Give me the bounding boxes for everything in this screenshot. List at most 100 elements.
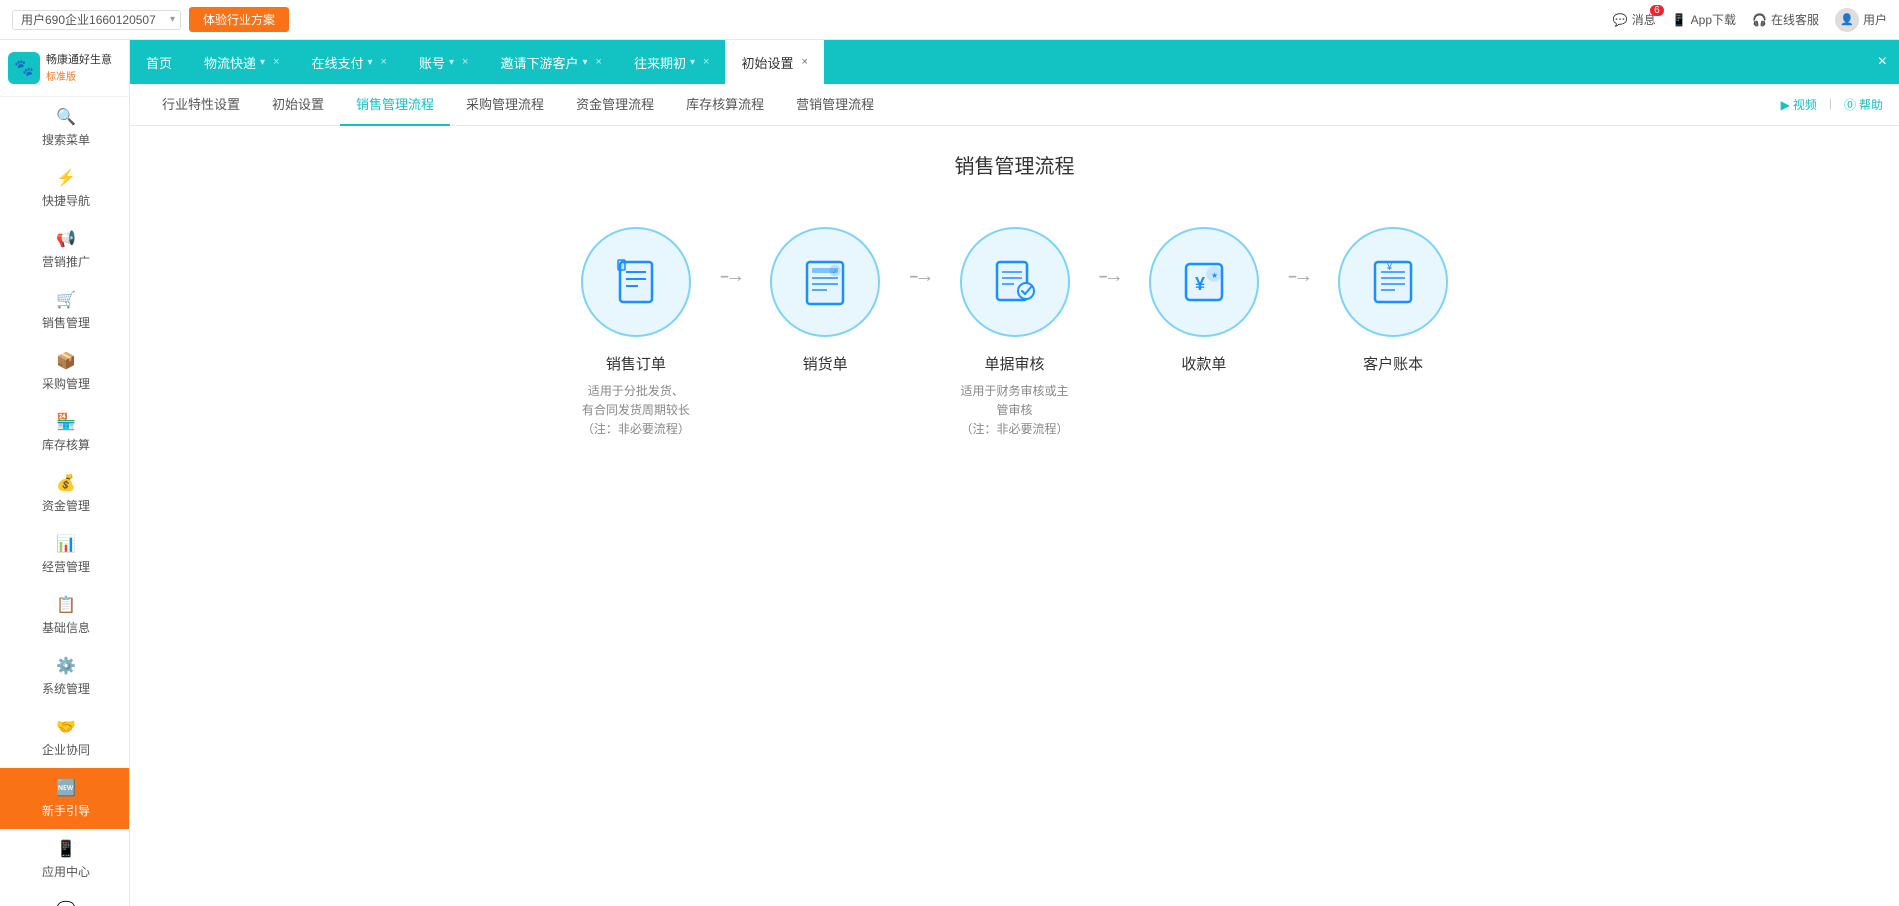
sidebar-item-purchase[interactable]: 📦 采购管理 [0,341,129,402]
quicknav-icon: ⚡ [56,168,76,188]
sidebar-item-search[interactable]: 🔍 搜索菜单 [0,97,129,158]
svg-text:¥: ¥ [1386,262,1393,272]
sidebar-item-operations[interactable]: 📊 经营管理 [0,524,129,585]
nav-tab-home[interactable]: 首页 [130,40,188,84]
flow-step-ledger: ¥ 客户账本 [1313,227,1473,382]
sidebar-label-search: 搜索菜单 [42,131,90,148]
sidebar-label-system: 系统管理 [42,680,90,697]
user-avatar-item[interactable]: 👤 用户 [1835,8,1887,32]
flow-label-invoice: 销货单 [803,353,848,374]
sidebar-item-quicknav[interactable]: ⚡ 快捷导航 [0,158,129,219]
sub-tab-sales-flow-label: 销售管理流程 [356,94,434,113]
nav-tabs-bar: 首页 物流快递 ▾ × 在线支付 ▾ × 账号 ▾ × 邀请下游客户 ▾ × [130,40,1899,84]
sidebar-item-system[interactable]: ⚙️ 系统管理 [0,646,129,707]
invoice-icon: ✓ [799,256,851,308]
nav-tab-invite-label: 邀请下游客户 [500,53,578,72]
sub-tab-initial-label: 初始设置 [272,94,324,113]
content-area: 首页 物流快递 ▾ × 在线支付 ▾ × 账号 ▾ × 邀请下游客户 ▾ × [130,40,1899,906]
user-selector[interactable]: 用户690企业1660120507 [12,10,181,30]
sidebar-label-appcenter: 应用中心 [42,863,90,880]
service-item[interactable]: 🎧 在线客服 [1752,11,1819,28]
flow-label-review: 单据审核 [984,353,1044,374]
sidebar-label-purchase: 采购管理 [42,375,90,392]
nav-tab-payment[interactable]: 在线支付 ▾ × [296,40,403,84]
flow-circle-receipt: ¥ ★ [1149,227,1259,337]
sub-tab-inventory-flow[interactable]: 库存核算流程 [670,84,780,126]
flow-circle-invoice: ✓ [770,227,880,337]
search-icon: 🔍 [56,107,76,127]
app-download-item[interactable]: 📱 App下载 [1672,11,1736,28]
init-close-icon[interactable]: × [801,56,807,68]
message-item[interactable]: 💬 消息 6 [1613,11,1656,28]
video-help-item[interactable]: ▶ 视频 [1781,96,1817,113]
nav-tabs-close-all[interactable]: × [1866,53,1899,71]
purchase-icon: 📦 [56,351,76,371]
appcenter-icon: 📱 [56,839,76,859]
app-icon: 📱 [1672,13,1687,27]
message-icon: 💬 [1613,13,1628,27]
top-bar-right: 💬 消息 6 📱 App下载 🎧 在线客服 👤 用户 [1613,8,1887,32]
help-item[interactable]: ⓪ 帮助 [1844,96,1883,113]
sidebar-item-finance[interactable]: 💰 资金管理 [0,463,129,524]
invite-close-icon[interactable]: × [596,56,602,68]
top-bar: 用户690企业1660120507 体验行业方案 💬 消息 6 📱 App下载 … [0,0,1899,40]
operations-icon: 📊 [56,534,76,554]
sub-tab-marketing-flow[interactable]: 营销管理流程 [780,84,890,126]
sidebar-item-wechat[interactable]: 💬 企业微信 [0,890,129,906]
sub-tab-initial[interactable]: 初始设置 [256,84,340,126]
sidebar-item-marketing[interactable]: 📢 营销推广 [0,219,129,280]
nav-tab-account-label: 账号 [419,53,445,72]
sidebar-item-enterprise[interactable]: 🤝 企业协同 [0,707,129,768]
sub-tab-purchase-flow-label: 采购管理流程 [466,94,544,113]
arrow-icon-3: --→ [1099,265,1120,288]
sub-tab-finance-flow-label: 资金管理流程 [576,94,654,113]
flow-arrow-1: --→ [716,265,745,288]
nav-tab-invite[interactable]: 邀请下游客户 ▾ × [484,40,617,84]
marketing-icon: 📢 [56,229,76,249]
page-title: 销售管理流程 [154,150,1875,179]
sidebar-item-appcenter[interactable]: 📱 应用中心 [0,829,129,890]
help-circle-icon: ⓪ [1844,96,1856,113]
video-label: 视频 [1793,96,1817,113]
sub-tab-industry[interactable]: 行业特性设置 [146,84,256,126]
service-icon: 🎧 [1752,13,1767,27]
sub-tab-purchase-flow[interactable]: 采购管理流程 [450,84,560,126]
logistics-close-icon[interactable]: × [273,56,279,68]
review-icon [989,256,1041,308]
flow-arrow-3: --→ [1095,265,1124,288]
nav-tab-logistics[interactable]: 物流快递 ▾ × [188,40,295,84]
sidebar-label-sales: 销售管理 [42,314,90,331]
sub-tab-finance-flow[interactable]: 资金管理流程 [560,84,670,126]
video-icon: ▶ [1781,98,1790,112]
service-label: 在线客服 [1771,11,1819,28]
logo-line2: 标准版 [46,68,112,83]
sidebar-item-guide[interactable]: 🆕 新手引导 [0,768,129,829]
experience-button[interactable]: 体验行业方案 [189,7,289,32]
sub-tabs-right: ▶ 视频 | ⓪ 帮助 [1781,96,1883,113]
account-close-icon[interactable]: × [462,56,468,68]
top-bar-left: 用户690企业1660120507 体验行业方案 [12,7,289,32]
account-chevron-icon: ▾ [449,57,454,68]
flow-arrow-4: --→ [1284,265,1313,288]
finance-icon: 💰 [56,473,76,493]
sidebar-item-inventory[interactable]: 🏪 库存核算 [0,402,129,463]
sidebar: 🐾 畅康通好生意 标准版 🔍 搜索菜单 ⚡ 快捷导航 📢 营销推广 🛒 销售管理… [0,40,130,906]
sub-tab-sales-flow[interactable]: 销售管理流程 [340,84,450,126]
nav-tab-period[interactable]: 往来期初 ▾ × [618,40,725,84]
payment-close-icon[interactable]: × [381,56,387,68]
invite-chevron-icon: ▾ [582,57,587,68]
sidebar-label-marketing: 营销推广 [42,253,90,270]
arrow-icon-4: --→ [1288,265,1309,288]
logo-line1: 畅康通好生意 [46,53,112,68]
nav-tab-account[interactable]: 账号 ▾ × [403,40,484,84]
sidebar-item-sales[interactable]: 🛒 销售管理 [0,280,129,341]
main-layout: 🐾 畅康通好生意 标准版 🔍 搜索菜单 ⚡ 快捷导航 📢 营销推广 🛒 销售管理… [0,40,1899,906]
flow-step-review: 单据审核 适用于财务审核或主管审核（注：非必要流程） [935,227,1095,440]
guide-icon: 🆕 [56,778,76,798]
sidebar-item-basic[interactable]: 📋 基础信息 [0,585,129,646]
arrow-icon-1: --→ [720,265,741,288]
period-close-icon[interactable]: × [703,56,709,68]
flow-step-invoice: ✓ 销货单 [745,227,905,382]
nav-tab-init[interactable]: 初始设置 × [725,40,823,84]
nav-tab-period-label: 往来期初 [634,53,686,72]
